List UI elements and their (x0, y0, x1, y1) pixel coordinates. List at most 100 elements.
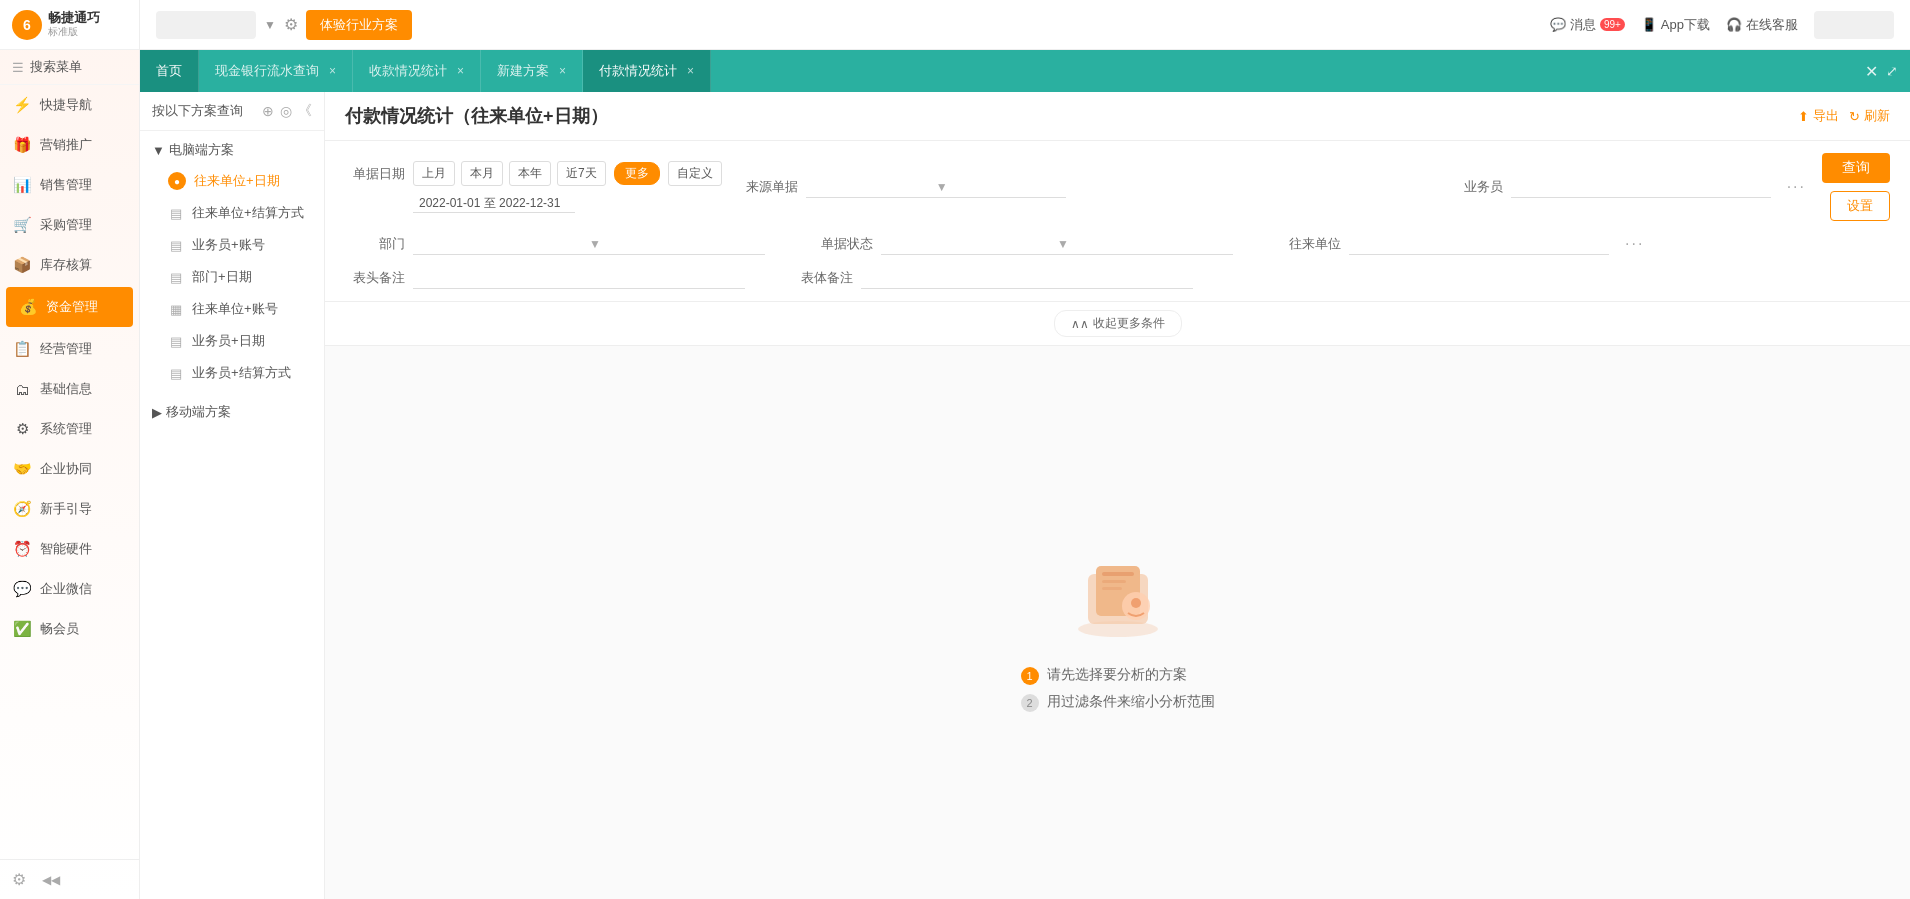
export-button[interactable]: ⬆ 导出 (1798, 107, 1839, 125)
sidebar-item-basic[interactable]: 🗂基础信息 (0, 369, 139, 409)
sidebar-item-purchase[interactable]: 🛒采购管理 (0, 205, 139, 245)
svg-point-7 (1131, 598, 1141, 608)
date-btn-上月[interactable]: 上月 (413, 161, 455, 186)
scheme-icon-salesman-date: ▤ (168, 333, 184, 349)
sidebar-item-system[interactable]: ⚙系统管理 (0, 409, 139, 449)
tab-home[interactable]: 首页 (140, 50, 199, 92)
sidebar-item-capital[interactable]: 💰资金管理 (6, 287, 133, 327)
empty-tip-1: 1 请先选择要分析的方案 (1021, 666, 1215, 685)
date-btn-本年[interactable]: 本年 (509, 161, 551, 186)
partner-dots[interactable]: ··· (1625, 235, 1644, 253)
tab-new-scheme[interactable]: 新建方案× (481, 50, 583, 92)
nav-label-purchase: 采购管理 (40, 216, 92, 234)
online-service-action[interactable]: 🎧 在线客服 (1726, 16, 1798, 34)
desktop-group-header[interactable]: ▼ 电脑端方案 (140, 135, 324, 165)
tab-expand-icon[interactable]: ⤢ (1886, 63, 1898, 79)
sidebar-item-quick-nav[interactable]: ⚡快捷导航 (0, 85, 139, 125)
sidebar-item-operation[interactable]: 📋经营管理 (0, 329, 139, 369)
date-btn-本月[interactable]: 本月 (461, 161, 503, 186)
tab-payment-stats[interactable]: 付款情况统计 × (583, 50, 711, 92)
tab-close-payment-stats[interactable]: × (687, 64, 694, 78)
tip-num-1: 1 (1021, 667, 1039, 685)
svg-rect-5 (1102, 587, 1122, 590)
scheme-item-salesman-date[interactable]: ▤ 业务员+日期 (140, 325, 324, 357)
page-area: 按以下方案查询 ⊕ ◎ 《 ▼ 电脑端方案 ●往来单位+日期▤往来单位+结算方式… (140, 92, 1910, 899)
collapse-sidebar-icon[interactable]: ◀◀ (42, 873, 60, 887)
settings-scheme-icon[interactable]: ◎ (280, 103, 292, 119)
trial-button[interactable]: 体验行业方案 (306, 10, 412, 40)
refresh-button[interactable]: ↻ 刷新 (1849, 107, 1890, 125)
more-date-btn[interactable]: 更多 (614, 162, 660, 185)
app-download-action[interactable]: 📱 App下载 (1641, 16, 1710, 34)
scheme-item-unit-settle[interactable]: ▤往来单位+结算方式 (140, 197, 324, 229)
scheme-item-unit-date[interactable]: ●往来单位+日期 (140, 165, 324, 197)
tab-close-bank-flow[interactable]: × (329, 64, 336, 78)
header-settings-icon[interactable]: ⚙ (284, 15, 298, 34)
date-btn-近7天[interactable]: 近7天 (557, 161, 606, 186)
sidebar-item-inventory[interactable]: 📦库存核算 (0, 245, 139, 285)
online-service-label: 在线客服 (1746, 16, 1798, 34)
sidebar-item-guide[interactable]: 🧭新手引导 (0, 489, 139, 529)
nav-icon-marketing: 🎁 (12, 135, 32, 155)
main-content: ▼ ⚙ 体验行业方案 💬 消息 99+ 📱 App下载 🎧 在线客服 首页现金银… (140, 0, 1910, 899)
scheme-item-salesman-settle[interactable]: ▤业务员+结算方式 (140, 357, 324, 389)
scheme-icon-unit-account: ▦ (168, 301, 184, 317)
tab-window-close-icon[interactable]: ✕ (1865, 62, 1878, 81)
headset-icon: 🎧 (1726, 17, 1742, 32)
tip-num-2: 2 (1021, 694, 1039, 712)
partner-input[interactable] (1349, 233, 1609, 255)
scheme-item-salesman-account[interactable]: ▤业务员+账号 (140, 229, 324, 261)
filter-settings-button[interactable]: 设置 (1830, 191, 1890, 221)
nav-icon-member: ✅ (12, 619, 32, 639)
content-header: 付款情况统计（往来单位+日期） ⬆ 导出 ↻ 刷新 (325, 92, 1910, 141)
body-note-input[interactable] (861, 267, 1193, 289)
sidebar-item-wechat[interactable]: 💬企业微信 (0, 569, 139, 609)
logo-icon: 6 (12, 10, 42, 40)
query-button[interactable]: 查询 (1822, 153, 1890, 183)
header-note-label: 表头备注 (345, 269, 405, 287)
user-avatar-placeholder (156, 11, 256, 39)
tab-label-bank-flow: 现金银行流水查询 (215, 62, 319, 80)
scheme-items-list: ●往来单位+日期▤往来单位+结算方式▤业务员+账号▤部门+日期▦往来单位+账号▤… (140, 165, 324, 389)
dept-select[interactable]: ▼ (413, 234, 765, 255)
scheme-item-dept-date[interactable]: ▤部门+日期 (140, 261, 324, 293)
tab-label-payment-stats: 付款情况统计 (599, 62, 677, 80)
user-dropdown-arrow[interactable]: ▼ (264, 18, 276, 32)
nav-label-wechat: 企业微信 (40, 580, 92, 598)
salesman-dots[interactable]: ··· (1787, 178, 1806, 196)
scheme-label-salesman-date: 业务员+日期 (192, 332, 265, 350)
doc-status-select[interactable]: ▼ (881, 234, 1233, 255)
nav-icon-guide: 🧭 (12, 499, 32, 519)
sidebar-item-marketing[interactable]: 🎁营销推广 (0, 125, 139, 165)
collapse-scheme-icon[interactable]: 《 (298, 102, 312, 120)
source-select[interactable]: ▼ (806, 177, 1066, 198)
collapse-conditions-btn[interactable]: ∧∧ 收起更多条件 (1054, 310, 1182, 337)
sidebar-item-member[interactable]: ✅畅会员 (0, 609, 139, 649)
date-range-input[interactable] (413, 194, 575, 213)
salesman-input[interactable] (1511, 176, 1771, 198)
nav-label-inventory: 库存核算 (40, 256, 92, 274)
mobile-group-header[interactable]: ▶ 移动端方案 (140, 397, 324, 427)
app-icon: 📱 (1641, 17, 1657, 32)
sidebar-item-sales[interactable]: 📊销售管理 (0, 165, 139, 205)
scheme-item-unit-account[interactable]: ▦往来单位+账号 (140, 293, 324, 325)
custom-date-btn[interactable]: 自定义 (668, 161, 722, 186)
content-area: 付款情况统计（往来单位+日期） ⬆ 导出 ↻ 刷新 (325, 92, 1910, 899)
tab-close-receivable[interactable]: × (457, 64, 464, 78)
search-menu[interactable]: ☰ 搜索菜单 (0, 50, 139, 85)
notification-action[interactable]: 💬 消息 99+ (1550, 16, 1625, 34)
refresh-label: 刷新 (1864, 107, 1890, 125)
tab-close-new-scheme[interactable]: × (559, 64, 566, 78)
tab-receivable[interactable]: 收款情况统计× (353, 50, 481, 92)
add-scheme-icon[interactable]: ⊕ (262, 103, 274, 119)
sidebar-item-enterprise[interactable]: 🤝企业协同 (0, 449, 139, 489)
settings-bottom-icon[interactable]: ⚙ (12, 870, 26, 889)
scheme-icon-dept-date: ▤ (168, 269, 184, 285)
header-note-input[interactable] (413, 267, 745, 289)
sidebar-item-hardware[interactable]: ⏰智能硬件 (0, 529, 139, 569)
collapse-label: 收起更多条件 (1093, 315, 1165, 332)
tab-bank-flow[interactable]: 现金银行流水查询 × (199, 50, 353, 92)
scheme-panel-title: 按以下方案查询 (152, 102, 256, 120)
notification-badge: 99+ (1600, 18, 1625, 31)
scheme-icon-salesman-account: ▤ (168, 237, 184, 253)
